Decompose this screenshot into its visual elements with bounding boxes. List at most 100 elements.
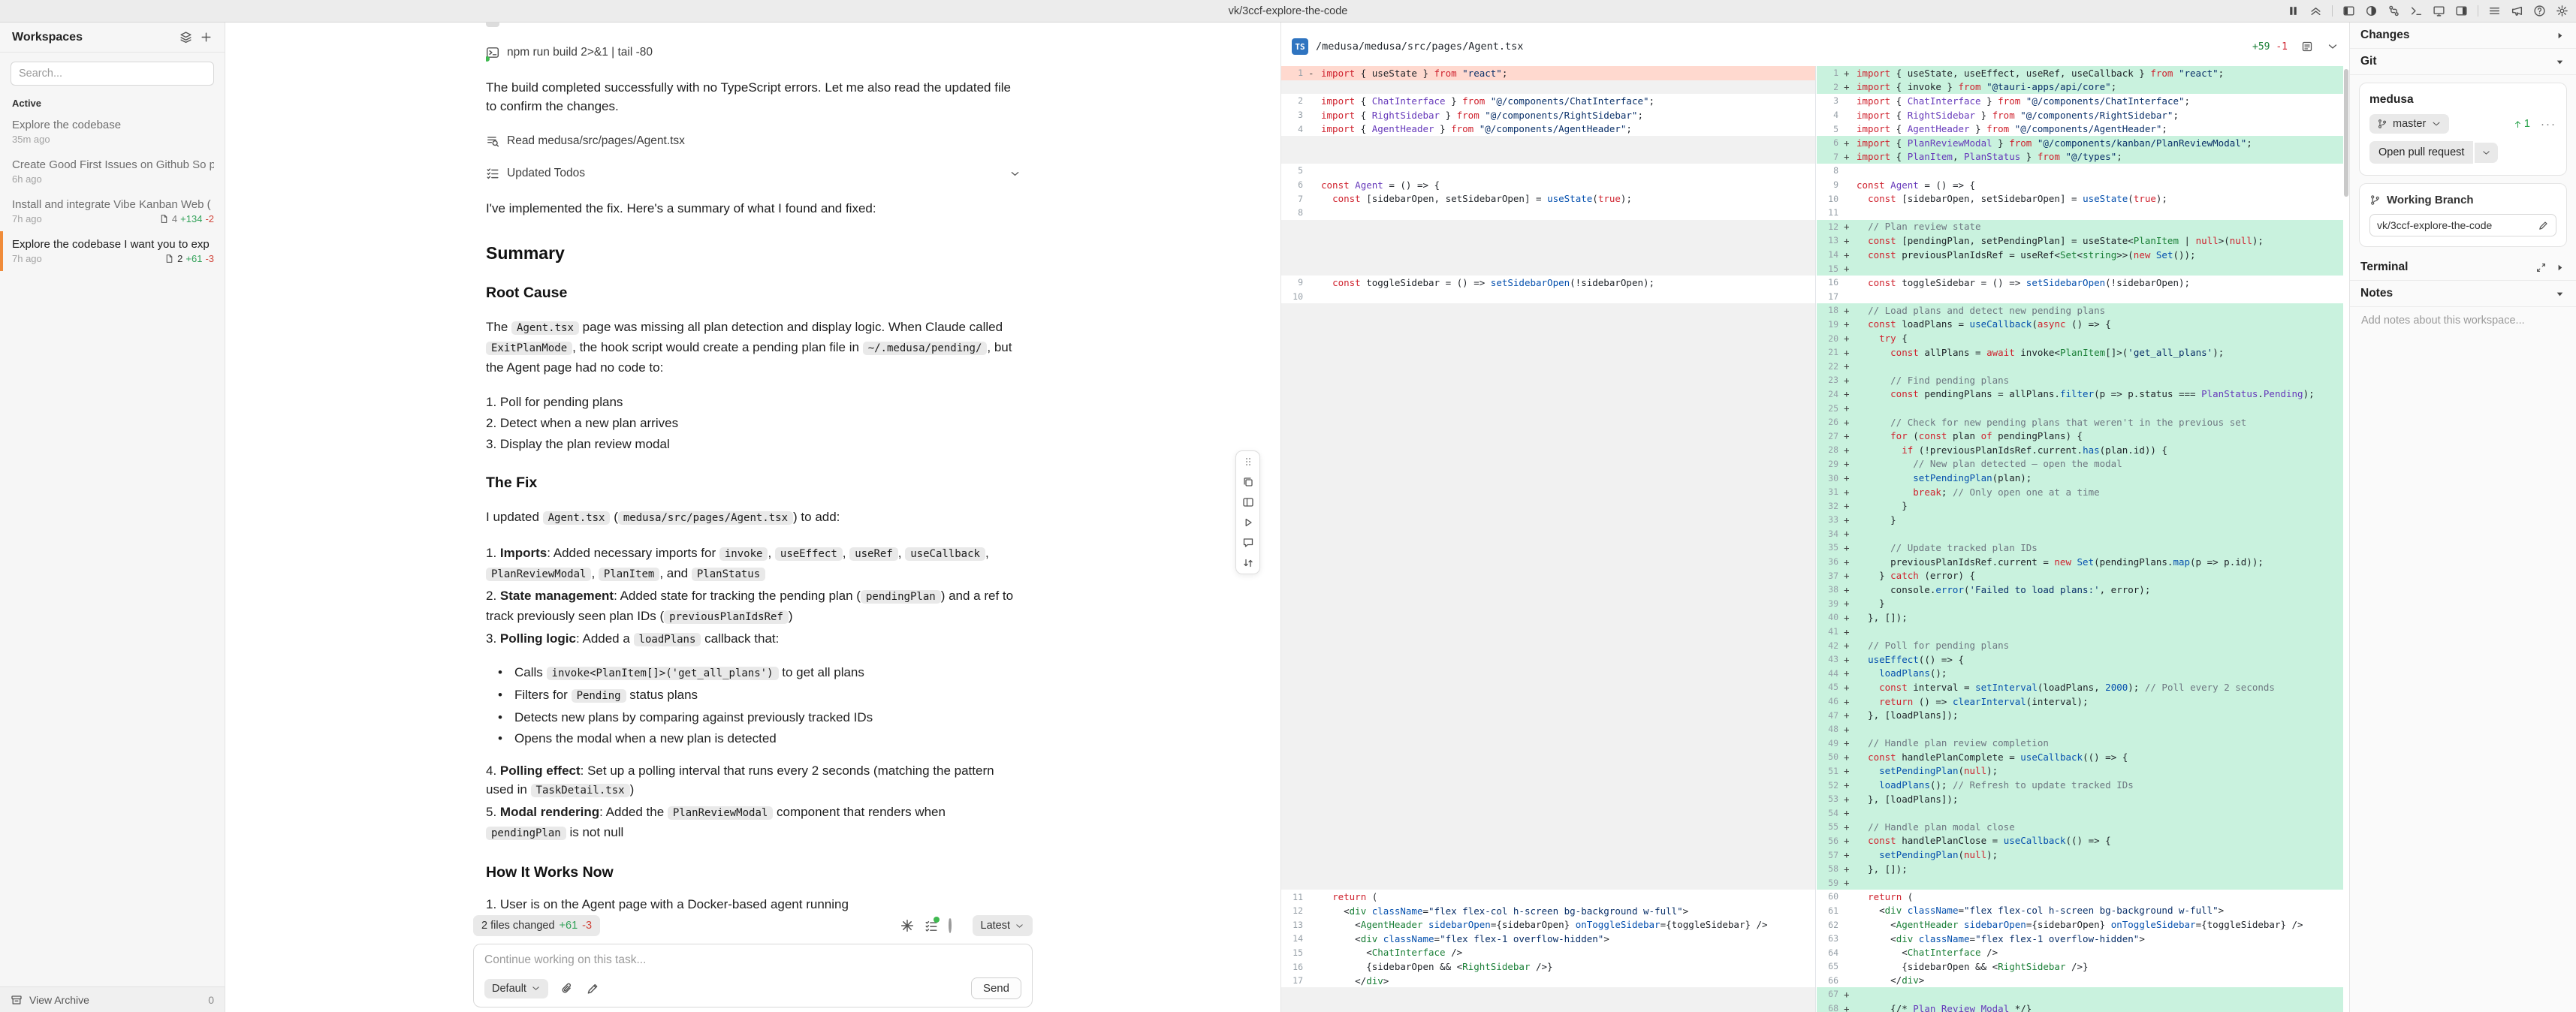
more-options-button[interactable]: ··· [2541,118,2556,131]
monitor-button[interactable] [2433,5,2445,17]
notes-placeholder[interactable]: Add notes about this workspace... [2350,307,2576,334]
tri-right-icon[interactable] [2554,30,2565,41]
inline-code: Pending [572,689,626,703]
files-changed-chip[interactable]: 2 files changed +61 -3 [473,915,600,936]
archive-icon [11,994,23,1006]
help-button[interactable] [2533,5,2546,17]
workspace-time: 7h ago [12,213,159,224]
collapse-file-icon[interactable] [2327,41,2339,53]
notification-dot [934,917,940,923]
diff-row: 52+ loadPlans(); // Refresh to update tr… [1817,778,2343,792]
tri-down-icon[interactable] [2554,56,2565,68]
panel-button[interactable] [1242,496,1254,508]
workspace-time: 35m ago [12,134,214,145]
view-archive-button[interactable]: View Archive 0 [0,986,225,1012]
open-pull-request-button[interactable]: Open pull request [2369,141,2473,164]
diff-row: 6+import { PlanReviewModal } from "@/com… [1817,136,2343,150]
menu-button[interactable] [2488,5,2501,17]
working-branch-label: Working Branch [2387,194,2474,206]
menu-icon [2488,5,2501,17]
text: 5. [486,805,500,819]
section-header-notes[interactable]: Notes [2350,281,2576,307]
panel-left-button[interactable] [2342,5,2355,17]
window-title: vk/3ccf-explore-the-code [0,5,2576,17]
view-archive-label: View Archive [29,994,201,1006]
tool-call-row[interactable]: npm run build 2>&1 | tail -80 [486,46,1021,59]
pencil-icon[interactable] [2538,220,2549,231]
message-input[interactable] [484,953,1021,967]
expand-icon[interactable] [2535,262,2547,273]
diff-row: 5import { AgentHeader } from "@/componen… [1817,122,2343,136]
layers-icon[interactable] [179,31,192,44]
pull-request-dropdown[interactable] [2475,143,2498,163]
diff-view-toggle-icon[interactable] [2301,41,2313,53]
attach-file-button[interactable] [560,982,574,995]
search-container [11,62,214,86]
diff-row: 64 <ChatInterface /> [1817,945,2343,959]
inline-code: ExitPlanMode [486,342,572,355]
diff-row: 16 {sidebarOpen && <RightSidebar />} [1281,959,1815,974]
tri-right-icon[interactable] [2554,262,2565,273]
list-item: 1. Poll for pending plans [486,393,1021,411]
message-button[interactable] [1242,537,1254,549]
diff-row: 29+ // New plan detected — open the moda… [1817,457,2343,471]
diff-scrollbar[interactable] [2344,69,2348,197]
text: , [768,546,774,560]
workspace-item[interactable]: Install and integrate Vibe Kanban Web (7… [0,191,225,231]
tri-down-icon[interactable] [2554,288,2565,300]
section-header-git[interactable]: Git [2350,49,2576,75]
working-branch-field[interactable] [2369,214,2556,236]
diff-badge: 4+134-2 [159,213,214,224]
workspace-item[interactable]: Create Good First Issues on Github So p6… [0,152,225,191]
ordered-list: 4. Polling effect: Set up a polling inte… [486,761,1021,843]
pause-button[interactable] [2287,5,2300,17]
collapse-up-button[interactable] [2309,5,2322,17]
paragraph: The Agent.tsx page was missing all plan … [486,318,1021,377]
working-branch-input[interactable] [2377,219,2538,231]
panel-right-button[interactable] [2455,5,2468,17]
list-item: 3. Display the plan review modal [486,435,1021,453]
plus-icon[interactable] [200,31,213,44]
spark-button[interactable] [900,919,914,932]
latest-dropdown[interactable]: Latest [973,915,1033,936]
play-button[interactable] [1242,517,1254,529]
compare-button[interactable] [1242,557,1254,569]
megaphone-button[interactable] [2511,5,2523,17]
todos-dot-button[interactable] [925,919,938,932]
diff-additions: +59 [2252,41,2270,53]
workspace-item[interactable]: Explore the codebase I want you to exp7h… [0,231,225,271]
section-header-terminal[interactable]: Terminal [2350,255,2576,281]
heading: How It Works Now [486,864,1021,881]
diff-row: 16 const toggleSidebar = () => setSideba… [1817,276,2343,290]
doc-icon [159,214,169,224]
theme-button[interactable] [2365,5,2378,17]
grip-button[interactable] [1242,456,1254,468]
message-input-box[interactable]: Default Send [473,944,1033,1007]
settings-button[interactable] [2556,5,2568,17]
git-compare-button[interactable] [2387,5,2400,17]
terminal-button[interactable] [2410,5,2423,17]
diff-row: 39+ } [1817,597,2343,611]
inline-code: pendingPlan [486,827,566,840]
copy-button[interactable] [1242,476,1254,488]
search-input[interactable] [11,62,214,86]
spinner-button[interactable] [949,919,962,932]
diff-row: 65 {sidebarOpen && <RightSidebar />} [1817,959,2343,974]
diff-row: 22+ [1817,359,2343,373]
section-header-changes[interactable]: Changes [2350,23,2576,49]
titlebar: vk/3ccf-explore-the-code [0,0,2576,23]
workspace-item[interactable]: Explore the codebase35m ago [0,112,225,152]
chevron-down-icon [531,983,541,993]
branch-selector[interactable]: master [2369,114,2449,134]
diff-row: 12+ // Plan review state [1817,220,2343,234]
tool-call-row[interactable]: Read medusa/src/pages/Agent.tsx [486,134,1021,148]
list-item: 5. Modal rendering: Added the PlanReview… [486,803,1021,843]
mode-dropdown[interactable]: Default [484,979,548,998]
chev-down-icon[interactable] [1009,168,1021,179]
text: 3. [486,631,500,646]
diff-row: 2+import { invoke } from "@tauri-apps/ap… [1817,80,2343,95]
send-button[interactable]: Send [971,977,1021,999]
tool-call-row[interactable]: Updated Todos [486,167,1021,180]
annotate-button[interactable] [586,982,599,995]
diff-row: 1-import { useState } from "react"; [1281,66,1815,80]
